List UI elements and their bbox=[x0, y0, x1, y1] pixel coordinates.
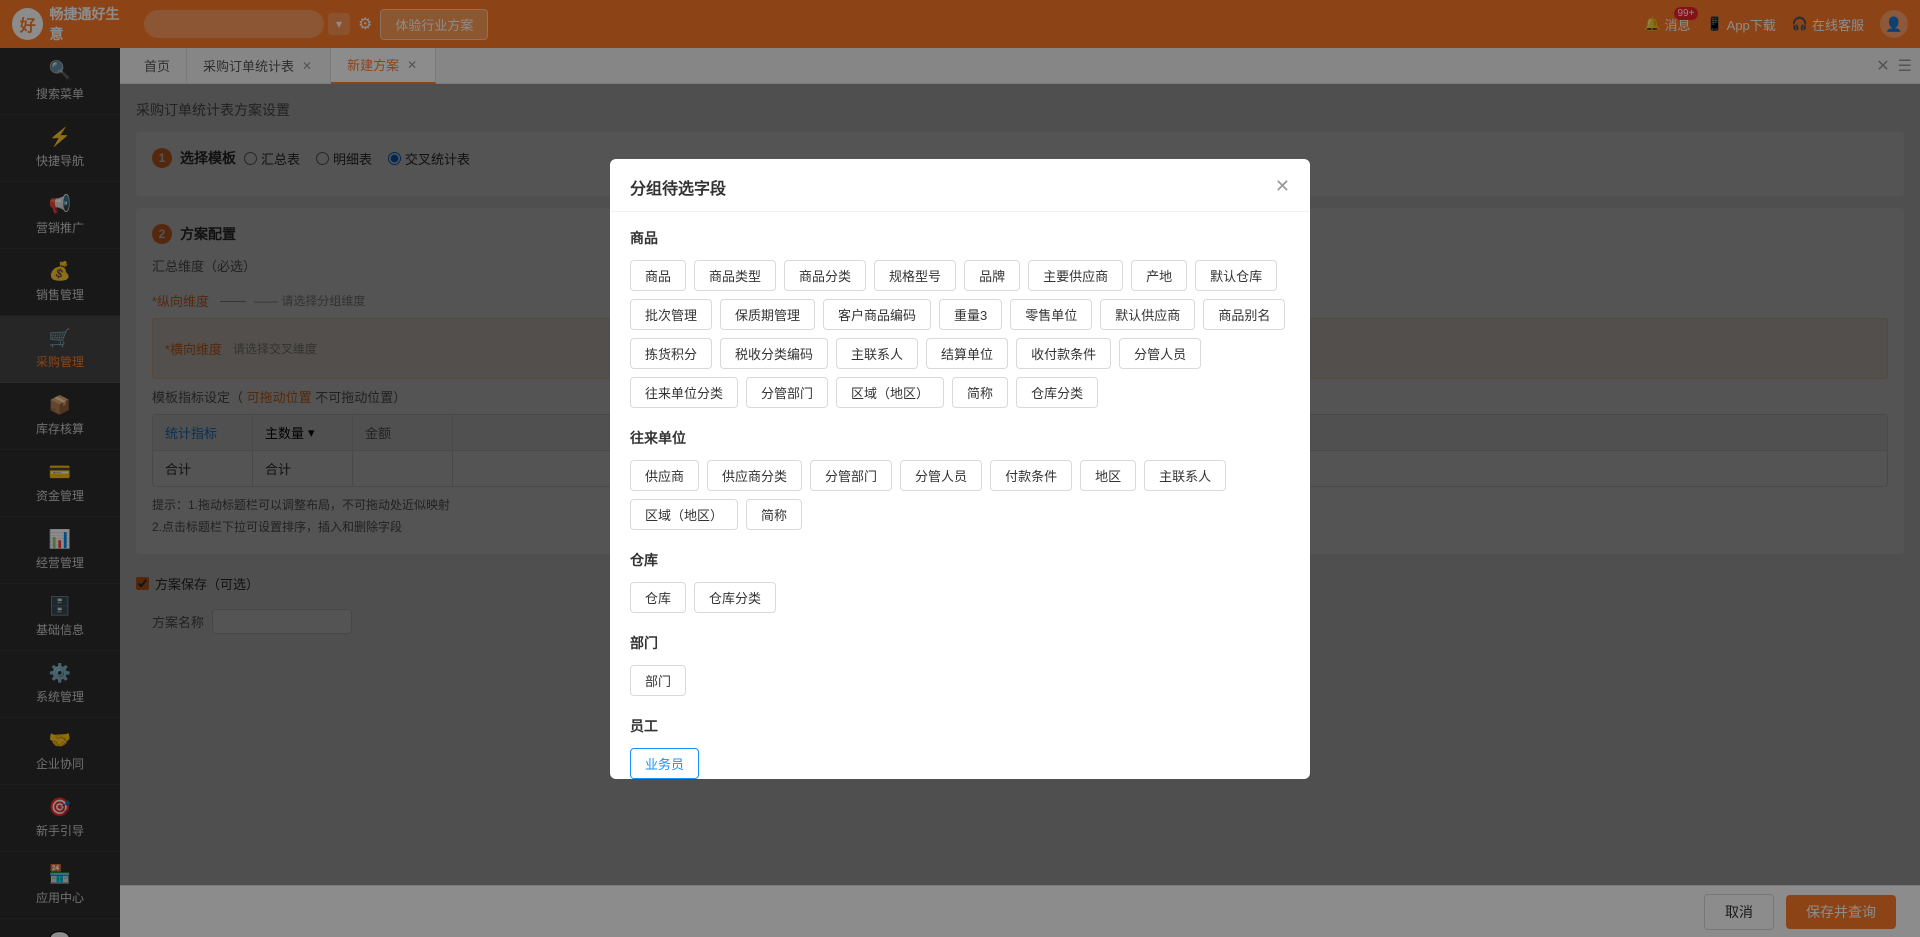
modal-close-button[interactable]: ✕ bbox=[1275, 176, 1290, 197]
field-tag-partner-dept[interactable]: 分管部门 bbox=[810, 460, 892, 491]
field-tag-main-supplier[interactable]: 主要供应商 bbox=[1028, 260, 1123, 291]
field-tag-settle-unit[interactable]: 结算单位 bbox=[926, 338, 1008, 369]
modal-section-product: 商品 商品 商品类型 商品分类 规格型号 品牌 主要供应商 产地 默认仓库 批次… bbox=[630, 228, 1290, 408]
modal-overlay: 分组待选字段 ✕ 商品 商品 商品类型 商品分类 规格型号 品牌 主要供应商 产… bbox=[0, 0, 1920, 937]
field-tag-department[interactable]: 部门 bbox=[630, 665, 686, 696]
department-field-tags: 部门 bbox=[630, 665, 1290, 696]
field-tag-payment-cond[interactable]: 付款条件 bbox=[990, 460, 1072, 491]
field-tag-spec[interactable]: 规格型号 bbox=[874, 260, 956, 291]
field-tag-partner-category[interactable]: 往来单位分类 bbox=[630, 377, 738, 408]
field-tag-warehouse-cat[interactable]: 仓库分类 bbox=[1016, 377, 1098, 408]
field-tag-alias[interactable]: 商品别名 bbox=[1203, 299, 1285, 330]
field-tag-main-contact[interactable]: 主联系人 bbox=[836, 338, 918, 369]
field-tag-partner-abbr[interactable]: 简称 bbox=[746, 499, 802, 530]
section-title-warehouse: 仓库 bbox=[630, 550, 1290, 570]
field-tag-origin[interactable]: 产地 bbox=[1131, 260, 1187, 291]
partner-field-tags: 供应商 供应商分类 分管部门 分管人员 付款条件 地区 主联系人 区域（地区） … bbox=[630, 460, 1290, 530]
modal-body: 商品 商品 商品类型 商品分类 规格型号 品牌 主要供应商 产地 默认仓库 批次… bbox=[610, 212, 1310, 779]
field-tag-picking-score[interactable]: 拣货积分 bbox=[630, 338, 712, 369]
field-tag-supplier-cat[interactable]: 供应商分类 bbox=[707, 460, 802, 491]
field-tag-supplier[interactable]: 供应商 bbox=[630, 460, 699, 491]
field-tag-brand[interactable]: 品牌 bbox=[964, 260, 1020, 291]
field-tag-warehouse-category[interactable]: 仓库分类 bbox=[694, 582, 776, 613]
product-field-tags: 商品 商品类型 商品分类 规格型号 品牌 主要供应商 产地 默认仓库 批次管理 … bbox=[630, 260, 1290, 408]
modal-dialog: 分组待选字段 ✕ 商品 商品 商品类型 商品分类 规格型号 品牌 主要供应商 产… bbox=[610, 159, 1310, 779]
field-tag-partner-supervisor[interactable]: 分管人员 bbox=[900, 460, 982, 491]
field-tag-customer-code[interactable]: 客户商品编码 bbox=[823, 299, 931, 330]
field-tag-retail-unit[interactable]: 零售单位 bbox=[1010, 299, 1092, 330]
field-tag-supervisor[interactable]: 分管人员 bbox=[1119, 338, 1201, 369]
warehouse-field-tags: 仓库 仓库分类 bbox=[630, 582, 1290, 613]
field-tag-dept[interactable]: 分管部门 bbox=[746, 377, 828, 408]
field-tag-partner-region[interactable]: 区域（地区） bbox=[630, 499, 738, 530]
field-tag-warehouse[interactable]: 仓库 bbox=[630, 582, 686, 613]
section-title-employee: 员工 bbox=[630, 716, 1290, 736]
section-title-department: 部门 bbox=[630, 633, 1290, 653]
field-tag-product-category[interactable]: 商品分类 bbox=[784, 260, 866, 291]
modal-header: 分组待选字段 ✕ bbox=[610, 159, 1310, 212]
modal-section-department: 部门 部门 bbox=[630, 633, 1290, 696]
section-title-product: 商品 bbox=[630, 228, 1290, 248]
field-tag-abbr[interactable]: 简称 bbox=[952, 377, 1008, 408]
section-title-partner: 往来单位 bbox=[630, 428, 1290, 448]
field-tag-region[interactable]: 区域（地区） bbox=[836, 377, 944, 408]
modal-section-warehouse: 仓库 仓库 仓库分类 bbox=[630, 550, 1290, 613]
field-tag-tax-code[interactable]: 税收分类编码 bbox=[720, 338, 828, 369]
field-tag-product-type[interactable]: 商品类型 bbox=[694, 260, 776, 291]
field-tag-salesperson[interactable]: 业务员 bbox=[630, 748, 699, 779]
employee-field-tags: 业务员 bbox=[630, 748, 1290, 779]
field-tag-payment-terms[interactable]: 收付款条件 bbox=[1016, 338, 1111, 369]
field-tag-partner-contact[interactable]: 主联系人 bbox=[1144, 460, 1226, 491]
field-tag-expiry-mgmt[interactable]: 保质期管理 bbox=[720, 299, 815, 330]
modal-section-partner: 往来单位 供应商 供应商分类 分管部门 分管人员 付款条件 地区 主联系人 区域… bbox=[630, 428, 1290, 530]
field-tag-weight3[interactable]: 重量3 bbox=[939, 299, 1002, 330]
field-tag-default-supplier[interactable]: 默认供应商 bbox=[1100, 299, 1195, 330]
modal-section-employee: 员工 业务员 bbox=[630, 716, 1290, 779]
field-tag-batch-mgmt[interactable]: 批次管理 bbox=[630, 299, 712, 330]
field-tag-district[interactable]: 地区 bbox=[1080, 460, 1136, 491]
field-tag-product[interactable]: 商品 bbox=[630, 260, 686, 291]
field-tag-default-warehouse[interactable]: 默认仓库 bbox=[1195, 260, 1277, 291]
modal-title: 分组待选字段 bbox=[630, 175, 726, 199]
